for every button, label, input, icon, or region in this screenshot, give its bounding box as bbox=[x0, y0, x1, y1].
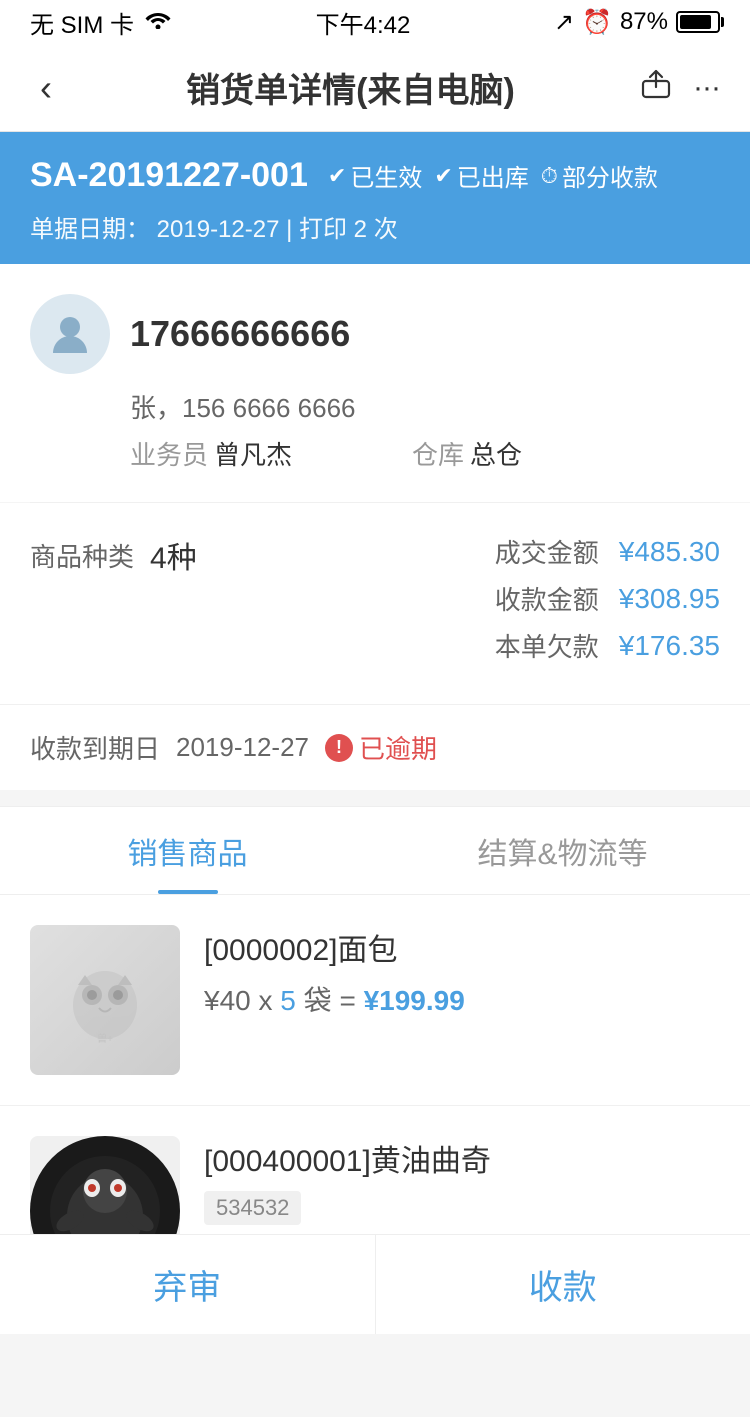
page-title: 销货单详情(来自电脑) bbox=[62, 63, 639, 112]
received-label: 收款金额 bbox=[495, 580, 599, 617]
product-type-count: 4种 bbox=[150, 533, 197, 577]
print-info: | 打印 2 次 bbox=[286, 216, 398, 243]
received-amount: ¥308.95 bbox=[619, 583, 720, 615]
sales-label: 业务员 bbox=[130, 435, 208, 472]
customer-name-phone: 张，156 6666 6666 bbox=[30, 388, 720, 425]
order-id: SA-20191227-001 bbox=[30, 156, 308, 195]
product-name-1: [0000002]面包 bbox=[204, 925, 720, 969]
product-thumbnail-1: 兽+ bbox=[30, 925, 180, 1075]
due-date-label: 收款到期日 bbox=[30, 729, 160, 766]
status-tags: ✔ 已生效 ✔ 已出库 ⏱ 部分收款 bbox=[328, 158, 658, 193]
back-button[interactable]: ‹ bbox=[30, 57, 62, 119]
collect-payment-button[interactable]: 收款 bbox=[376, 1235, 750, 1334]
avatar bbox=[30, 294, 110, 374]
product-name-2: [000400001]黄油曲奇 bbox=[204, 1136, 720, 1180]
deal-amount-row: 成交金额 ¥485.30 bbox=[495, 533, 720, 570]
customer-meta: 业务员 曾凡杰 仓库 总仓 bbox=[30, 435, 720, 472]
order-date: 2019-12-27 bbox=[157, 216, 280, 243]
tabs-row: 销售商品 结算&物流等 bbox=[0, 807, 750, 895]
received-amount-row: 收款金额 ¥308.95 bbox=[495, 580, 720, 617]
order-id-row: SA-20191227-001 ✔ 已生效 ✔ 已出库 ⏱ 部分收款 bbox=[30, 156, 720, 195]
tab-settlement[interactable]: 结算&物流等 bbox=[375, 807, 750, 894]
status-right: ↗ ⏰ 87% bbox=[554, 8, 720, 37]
clock-icon: ⏱ bbox=[541, 163, 558, 189]
tabs-section: 销售商品 结算&物流等 bbox=[0, 806, 750, 895]
owed-amount: ¥176.35 bbox=[619, 630, 720, 662]
product-qty-1: 5 bbox=[280, 985, 296, 1016]
warehouse-label: 仓库 bbox=[412, 435, 464, 472]
product-type-row: 商品种类 4种 bbox=[30, 533, 197, 577]
bottom-bar: 弃审 收款 bbox=[0, 1234, 750, 1334]
location-icon: ↗ bbox=[554, 8, 574, 37]
carrier-text: 无 SIM 卡 bbox=[30, 5, 134, 40]
overdue-text: 已逾期 bbox=[359, 729, 437, 766]
due-date-section: 收款到期日 2019-12-27 ! 已逾期 bbox=[0, 704, 750, 790]
status-outbound: ✔ 已出库 bbox=[434, 158, 528, 193]
section-divider bbox=[0, 790, 750, 806]
customer-phone: 17666666666 bbox=[130, 313, 350, 355]
summary-right: 成交金额 ¥485.30 收款金额 ¥308.95 本单欠款 ¥176.35 bbox=[495, 533, 720, 674]
owed-amount-row: 本单欠款 ¥176.35 bbox=[495, 627, 720, 664]
product-price-1: ¥40 x 5 袋 = ¥199.99 bbox=[204, 979, 720, 1019]
share-button[interactable] bbox=[639, 67, 673, 109]
alarm-icon: ⏰ bbox=[582, 8, 612, 37]
wifi-icon bbox=[144, 8, 172, 36]
tab-sales-products[interactable]: 销售商品 bbox=[0, 807, 375, 894]
warehouse-name: 总仓 bbox=[470, 435, 522, 472]
checkmark-icon-1: ✔ bbox=[328, 163, 346, 189]
cancel-review-button[interactable]: 弃审 bbox=[0, 1235, 376, 1334]
collect-payment-label: 收款 bbox=[529, 1260, 597, 1309]
status-left: 无 SIM 卡 bbox=[30, 5, 172, 40]
battery-icon bbox=[676, 11, 720, 33]
battery-text: 87% bbox=[620, 8, 668, 36]
deal-amount: ¥485.30 bbox=[619, 536, 720, 568]
status-partial-payment: ⏱ 部分收款 bbox=[541, 158, 658, 193]
order-date-label: 单据日期： bbox=[30, 216, 150, 243]
product-info-1: [0000002]面包 ¥40 x 5 袋 = ¥199.99 bbox=[204, 925, 720, 1019]
svg-text:兽+: 兽+ bbox=[97, 1032, 113, 1045]
overdue-warning-icon: ! bbox=[325, 734, 353, 762]
nav-bar: ‹ 销货单详情(来自电脑) ··· bbox=[0, 44, 750, 132]
status-effective: ✔ 已生效 bbox=[328, 158, 422, 193]
product-item: 兽+ [0000002]面包 ¥40 x 5 袋 = ¥199.99 bbox=[0, 895, 750, 1106]
time-display: 下午4:42 bbox=[316, 5, 411, 40]
summary-section: 商品种类 4种 成交金额 ¥485.30 收款金额 ¥308.95 本单欠款 ¥… bbox=[0, 503, 750, 704]
tab-label-sales: 销售商品 bbox=[128, 829, 248, 873]
overdue-badge: ! 已逾期 bbox=[325, 729, 437, 766]
customer-section: 17666666666 张，156 6666 6666 业务员 曾凡杰 仓库 总… bbox=[0, 264, 750, 502]
product-sku-2: 534532 bbox=[204, 1191, 301, 1225]
sales-name: 曾凡杰 bbox=[214, 435, 292, 472]
more-button[interactable]: ··· bbox=[693, 71, 720, 105]
customer-top: 17666666666 bbox=[30, 294, 720, 374]
tab-label-settlement: 结算&物流等 bbox=[477, 829, 647, 873]
cancel-review-label: 弃审 bbox=[153, 1260, 221, 1309]
deal-amount-label: 成交金额 bbox=[495, 533, 599, 570]
order-header: SA-20191227-001 ✔ 已生效 ✔ 已出库 ⏱ 部分收款 单据日期：… bbox=[0, 132, 750, 264]
due-date-value: 2019-12-27 bbox=[176, 732, 309, 763]
product-type-label: 商品种类 bbox=[30, 537, 134, 574]
status-bar: 无 SIM 卡 下午4:42 ↗ ⏰ 87% bbox=[0, 0, 750, 44]
checkmark-icon-2: ✔ bbox=[434, 163, 452, 189]
summary-left: 商品种类 4种 bbox=[30, 533, 197, 577]
product-total-1: ¥199.99 bbox=[364, 985, 465, 1016]
meta-divider bbox=[292, 438, 412, 469]
order-date-row: 单据日期： 2019-12-27 | 打印 2 次 bbox=[30, 209, 720, 244]
nav-right-actions: ··· bbox=[639, 67, 720, 109]
owed-label: 本单欠款 bbox=[495, 627, 599, 664]
